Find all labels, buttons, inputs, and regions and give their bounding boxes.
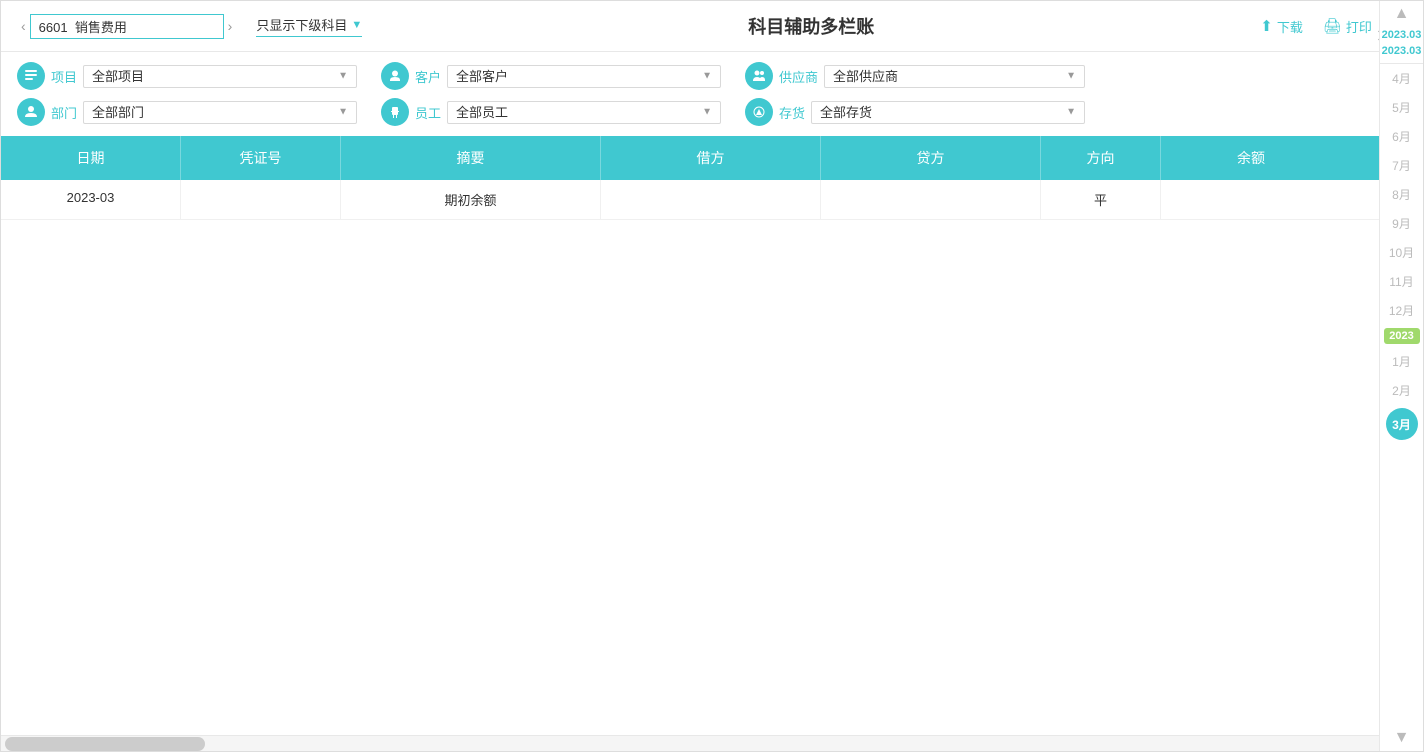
project-icon (17, 62, 45, 90)
cell-debit (601, 180, 821, 219)
customer-select-wrapper[interactable]: 全部客户 ▼ (447, 65, 721, 88)
customer-label: 客户 (415, 67, 441, 86)
print-button[interactable]: 🖨 打印 (1323, 17, 1372, 36)
month-9[interactable]: 9月 (1380, 209, 1423, 238)
cell-date: 2023-03 (1, 180, 181, 219)
page-title: 科目辅助多栏账 (362, 13, 1260, 39)
filter-item-supplier: 供应商 全部供应商 ▼ (745, 62, 1085, 90)
table-header: 日期 凭证号 摘要 借方 贷方 方向 余额 (1, 136, 1379, 180)
selected-period-2[interactable]: 2023.03 (1380, 43, 1423, 64)
cell-credit (821, 180, 1041, 219)
supplier-label: 供应商 (779, 67, 818, 86)
inventory-label: 存货 (779, 103, 805, 122)
customer-select[interactable]: 全部客户 (456, 69, 712, 84)
month-5[interactable]: 5月 (1380, 93, 1423, 122)
next-account-button[interactable]: › (224, 16, 237, 36)
dept-select-wrapper[interactable]: 全部部门 ▼ (83, 101, 357, 124)
cell-direction: 平 (1041, 180, 1161, 219)
employee-select[interactable]: 全部员工 (456, 105, 712, 120)
table-row: 2023-03 期初余额 平 (1, 180, 1379, 220)
filter-item-dept: 部门 全部部门 ▼ (17, 98, 357, 126)
filter-row-2: 部门 全部部门 ▼ (17, 98, 1407, 126)
month-12[interactable]: 12月 (1380, 296, 1423, 325)
project-select[interactable]: 全部项目 (92, 69, 348, 84)
filter-bar: 项目 全部项目 ▼ 客户 (1, 52, 1423, 136)
month-navigator: ▲ 2023.03 2023.03 4月 5月 6月 7月 8月 9月 10月 … (1379, 1, 1423, 751)
col-credit: 贷方 (821, 136, 1041, 180)
download-button[interactable]: ⬆ 下载 (1260, 17, 1303, 36)
inventory-select-wrapper[interactable]: 全部存货 ▼ (811, 101, 1085, 124)
month-7[interactable]: 7月 (1380, 151, 1423, 180)
filter-item-customer: 客户 全部客户 ▼ (381, 62, 721, 90)
horizontal-scrollbar[interactable] (1, 735, 1379, 751)
dept-icon (17, 98, 45, 126)
month-11[interactable]: 11月 (1380, 267, 1423, 296)
month-8[interactable]: 8月 (1380, 180, 1423, 209)
col-debit: 借方 (601, 136, 821, 180)
print-label: 打印 (1346, 17, 1372, 36)
month-1[interactable]: 1月 (1380, 347, 1423, 376)
month-10[interactable]: 10月 (1380, 238, 1423, 267)
show-sub-filter[interactable]: 只显示下级科目 ▼ (256, 15, 362, 37)
col-summary: 摘要 (341, 136, 601, 180)
selected-period-1[interactable]: 2023.03 (1380, 27, 1423, 43)
inventory-select[interactable]: 全部存货 (820, 105, 1076, 120)
header: ‹ › 只显示下级科目 ▼ 科目辅助多栏账 ⬆ 下载 🖨 打印 ✕ (1, 1, 1423, 52)
col-voucher: 凭证号 (181, 136, 341, 180)
download-label: 下载 (1277, 17, 1303, 36)
inventory-icon (745, 98, 773, 126)
account-code-input[interactable] (30, 14, 224, 39)
customer-icon (381, 62, 409, 90)
filter-item-project: 项目 全部项目 ▼ (17, 62, 357, 90)
employee-label: 员工 (415, 103, 441, 122)
supplier-select-wrapper[interactable]: 全部供应商 ▼ (824, 65, 1085, 88)
col-direction: 方向 (1041, 136, 1161, 180)
employee-select-wrapper[interactable]: 全部员工 ▼ (447, 101, 721, 124)
filter-row-1: 项目 全部项目 ▼ 客户 (17, 62, 1407, 90)
project-label: 项目 (51, 67, 77, 86)
cell-summary: 期初余额 (341, 180, 601, 219)
cell-balance (1161, 180, 1341, 219)
table-body: 2023-03 期初余额 平 (1, 180, 1379, 220)
year-2023-badge[interactable]: 2023 (1384, 328, 1420, 344)
dept-select[interactable]: 全部部门 (92, 105, 348, 120)
month-6[interactable]: 6月 (1380, 122, 1423, 151)
month-2[interactable]: 2月 (1380, 376, 1423, 405)
project-select-wrapper[interactable]: 全部项目 ▼ (83, 65, 357, 88)
col-balance: 余额 (1161, 136, 1341, 180)
main-window: ‹ › 只显示下级科目 ▼ 科目辅助多栏账 ⬆ 下载 🖨 打印 ✕ (0, 0, 1424, 752)
employee-icon (381, 98, 409, 126)
filter-item-inventory: 存货 全部存货 ▼ (745, 98, 1085, 126)
filter-item-employee: 员工 全部员工 ▼ (381, 98, 721, 126)
month-4[interactable]: 4月 (1380, 64, 1423, 93)
nav-down-arrow[interactable]: ▼ (1394, 725, 1410, 751)
col-date: 日期 (1, 136, 181, 180)
toolbar-right: ⬆ 下载 🖨 打印 (1260, 17, 1372, 36)
table-area: 日期 凭证号 摘要 借方 贷方 方向 余额 2023-03 期初余额 平 (1, 136, 1379, 220)
nav-up-arrow[interactable]: ▲ (1394, 1, 1410, 27)
cell-voucher (181, 180, 341, 219)
show-sub-label: 只显示下级科目 (256, 15, 347, 34)
chevron-down-icon: ▼ (351, 19, 362, 31)
download-icon: ⬆ (1260, 17, 1273, 35)
dept-label: 部门 (51, 103, 77, 122)
supplier-select[interactable]: 全部供应商 (833, 69, 1076, 84)
print-icon: 🖨 (1323, 17, 1342, 35)
supplier-icon (745, 62, 773, 90)
month-3-active[interactable]: 3月 (1386, 408, 1418, 440)
prev-account-button[interactable]: ‹ (17, 16, 30, 36)
